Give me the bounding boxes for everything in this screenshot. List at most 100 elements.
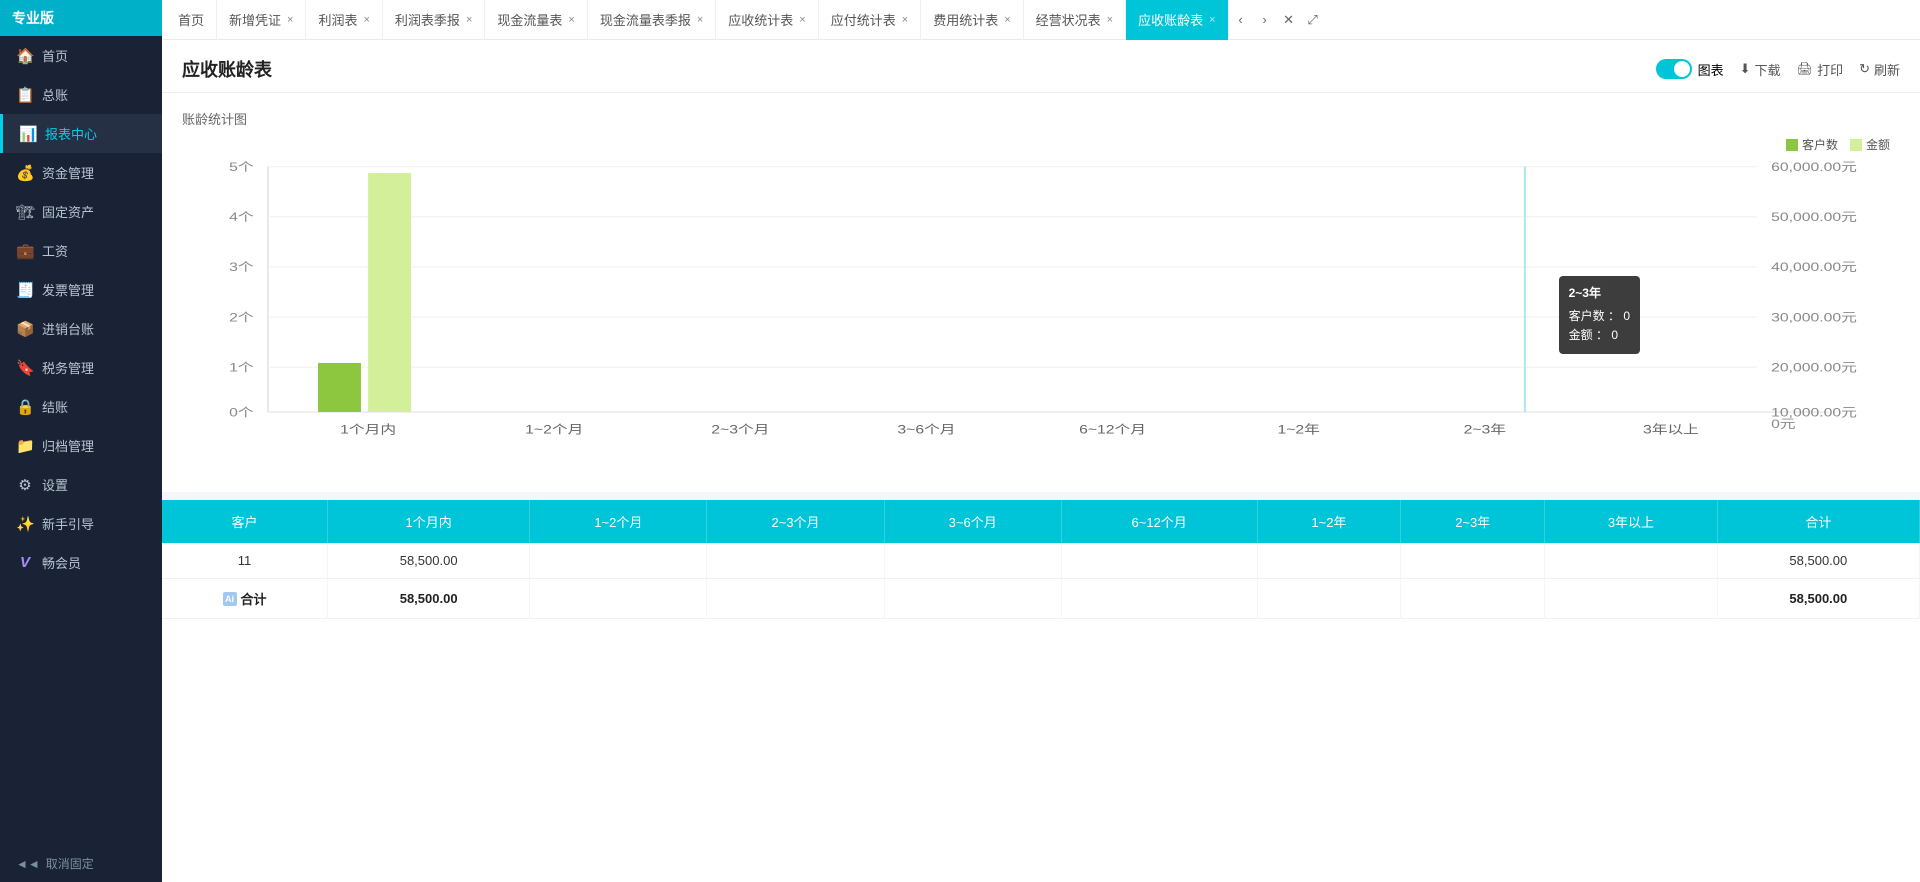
total-1m: 58,500.00 <box>328 579 530 619</box>
svg-text:0元: 0元 <box>1771 417 1796 431</box>
download-button[interactable]: ⬇ 下载 <box>1740 60 1781 79</box>
svg-text:60,000.00元: 60,000.00元 <box>1771 160 1857 174</box>
unpin-button[interactable]: ◄◄ 取消固定 <box>0 845 162 882</box>
tab-expense-stat-close[interactable]: × <box>1004 14 1010 26</box>
tab-ap-stat-close[interactable]: × <box>902 14 908 26</box>
tab-ap-stat-label: 应付统计表 <box>831 10 896 29</box>
sidebar-item-guide[interactable]: ✨ 新手引导 <box>0 504 162 543</box>
tab-cashflow[interactable]: 现金流量表 × <box>485 0 587 40</box>
tab-ap-stat[interactable]: 应付统计表 × <box>819 0 921 40</box>
tax-icon: 🔖 <box>16 359 34 377</box>
tab-expense-stat[interactable]: 费用统计表 × <box>921 0 1023 40</box>
tab-ar-stat-close[interactable]: × <box>799 14 805 26</box>
svg-text:1个: 1个 <box>229 360 254 374</box>
tab-profit-quarter-close[interactable]: × <box>466 14 472 26</box>
bar-amount-1m <box>368 173 411 412</box>
sidebar-item-salary[interactable]: 💼 工资 <box>0 231 162 270</box>
tab-cashflow-quarter-close[interactable]: × <box>697 14 703 26</box>
table-row: 11 58,500.00 58,500.00 <box>162 543 1920 579</box>
tab-biz-status-close[interactable]: × <box>1107 14 1113 26</box>
tab-ar-aging[interactable]: 应收账龄表 × <box>1126 0 1228 40</box>
chart-legend: 客户数 金额 <box>1786 136 1890 153</box>
unpin-label: 取消固定 <box>46 855 94 872</box>
sidebar-item-ledger[interactable]: 📋 总账 <box>0 75 162 114</box>
total-total: 58,500.00 <box>1717 579 1919 619</box>
aging-table: 客户 1个月内 1~2个月 2~3个月 3~6个月 6~12个月 1~2年 2~… <box>162 500 1920 619</box>
chart-toggle[interactable]: 图表 <box>1656 59 1724 79</box>
reports-icon: 📊 <box>19 125 37 143</box>
svg-text:6~12个月: 6~12个月 <box>1079 422 1146 436</box>
tab-profit-close[interactable]: × <box>363 14 369 26</box>
sidebar-item-archive[interactable]: 📁 归档管理 <box>0 426 162 465</box>
svg-text:5个: 5个 <box>229 160 254 174</box>
row-2m <box>530 543 707 579</box>
col-1m: 1个月内 <box>328 500 530 543</box>
sidebar-label-salary: 工资 <box>42 241 68 260</box>
tab-next-button[interactable]: › <box>1253 8 1277 32</box>
unpin-icon: ◄◄ <box>16 857 40 871</box>
sidebar-item-fund[interactable]: 💰 资金管理 <box>0 153 162 192</box>
total-label-cell: Ai 合计 <box>162 579 328 619</box>
row-3y <box>1401 543 1545 579</box>
tab-profit-quarter-label: 利润表季报 <box>395 10 460 29</box>
tab-home-label: 首页 <box>178 10 204 29</box>
toggle-label: 图表 <box>1698 60 1724 79</box>
svg-text:1个月内: 1个月内 <box>340 422 396 436</box>
col-2y: 1~2年 <box>1257 500 1401 543</box>
settings-icon: ⚙ <box>16 476 34 494</box>
legend-amount-label: 金额 <box>1866 136 1890 153</box>
invoice-icon: 🧾 <box>16 281 34 299</box>
sidebar-item-home[interactable]: 🏠 首页 <box>0 36 162 75</box>
total-label: Ai 合计 <box>172 589 317 608</box>
row-12m <box>1061 543 1257 579</box>
tab-close-all-button[interactable]: ✕ <box>1277 8 1301 32</box>
total-2m <box>530 579 707 619</box>
sidebar: 专业版 🏠 首页 📋 总账 📊 报表中心 💰 资金管理 🏗 固定资产 💼 工资 … <box>0 0 162 882</box>
col-6m: 3~6个月 <box>884 500 1061 543</box>
sidebar-item-assets[interactable]: 🏗 固定资产 <box>0 192 162 231</box>
print-button[interactable]: 🖨 打印 <box>1797 60 1844 79</box>
svg-text:30,000.00元: 30,000.00元 <box>1771 310 1857 324</box>
col-total: 合计 <box>1717 500 1919 543</box>
sidebar-item-close[interactable]: 🔒 结账 <box>0 387 162 426</box>
sidebar-item-settings[interactable]: ⚙ 设置 <box>0 465 162 504</box>
tab-expand-button[interactable]: ⤢ <box>1301 8 1325 32</box>
tab-voucher[interactable]: 新增凭证 × <box>217 0 306 40</box>
svg-text:50,000.00元: 50,000.00元 <box>1771 210 1857 224</box>
sidebar-item-member[interactable]: V 畅会员 <box>0 543 162 582</box>
col-over3y: 3年以上 <box>1545 500 1717 543</box>
page-title: 应收账龄表 <box>182 56 272 82</box>
chart-svg-wrapper: 5个 4个 3个 2个 1个 0个 60,000.00元 50,000.00元 … <box>182 156 1900 476</box>
tab-voucher-close[interactable]: × <box>287 14 293 26</box>
tab-bar: 首页 新增凭证 × 利润表 × 利润表季报 × 现金流量表 × 现金流量表季报 … <box>162 0 1920 40</box>
download-label: 下载 <box>1755 60 1781 79</box>
toggle-thumb <box>1674 61 1690 77</box>
tab-cashflow-close[interactable]: × <box>568 14 574 26</box>
tab-ar-stat-label: 应收统计表 <box>728 10 793 29</box>
col-12m: 6~12个月 <box>1061 500 1257 543</box>
svg-text:1~2个月: 1~2个月 <box>525 422 583 436</box>
row-6m <box>884 543 1061 579</box>
sidebar-item-tax[interactable]: 🔖 税务管理 <box>0 348 162 387</box>
tab-ar-stat[interactable]: 应收统计表 × <box>716 0 818 40</box>
refresh-button[interactable]: ↻ 刷新 <box>1859 60 1900 79</box>
total-6m <box>884 579 1061 619</box>
tab-profit[interactable]: 利润表 × <box>306 0 382 40</box>
tab-prev-button[interactable]: ‹ <box>1229 8 1253 32</box>
row-over3y <box>1545 543 1717 579</box>
tab-ar-aging-close[interactable]: × <box>1209 14 1215 26</box>
home-icon: 🏠 <box>16 47 34 65</box>
member-icon: V <box>16 554 34 571</box>
svg-text:2个: 2个 <box>229 310 254 324</box>
tab-cashflow-quarter[interactable]: 现金流量表季报 × <box>588 0 716 40</box>
sidebar-item-inventory[interactable]: 📦 进销台账 <box>0 309 162 348</box>
sidebar-item-invoice[interactable]: 🧾 发票管理 <box>0 270 162 309</box>
sidebar-item-reports[interactable]: 📊 报表中心 <box>0 114 162 153</box>
sidebar-label-home: 首页 <box>42 46 68 65</box>
tab-profit-quarter[interactable]: 利润表季报 × <box>383 0 485 40</box>
tab-biz-status[interactable]: 经营状况表 × <box>1024 0 1126 40</box>
table-section: 客户 1个月内 1~2个月 2~3个月 3~6个月 6~12个月 1~2年 2~… <box>162 500 1920 882</box>
tab-home[interactable]: 首页 <box>166 0 217 40</box>
toggle-track[interactable] <box>1656 59 1692 79</box>
sidebar-label-invoice: 发票管理 <box>42 280 94 299</box>
